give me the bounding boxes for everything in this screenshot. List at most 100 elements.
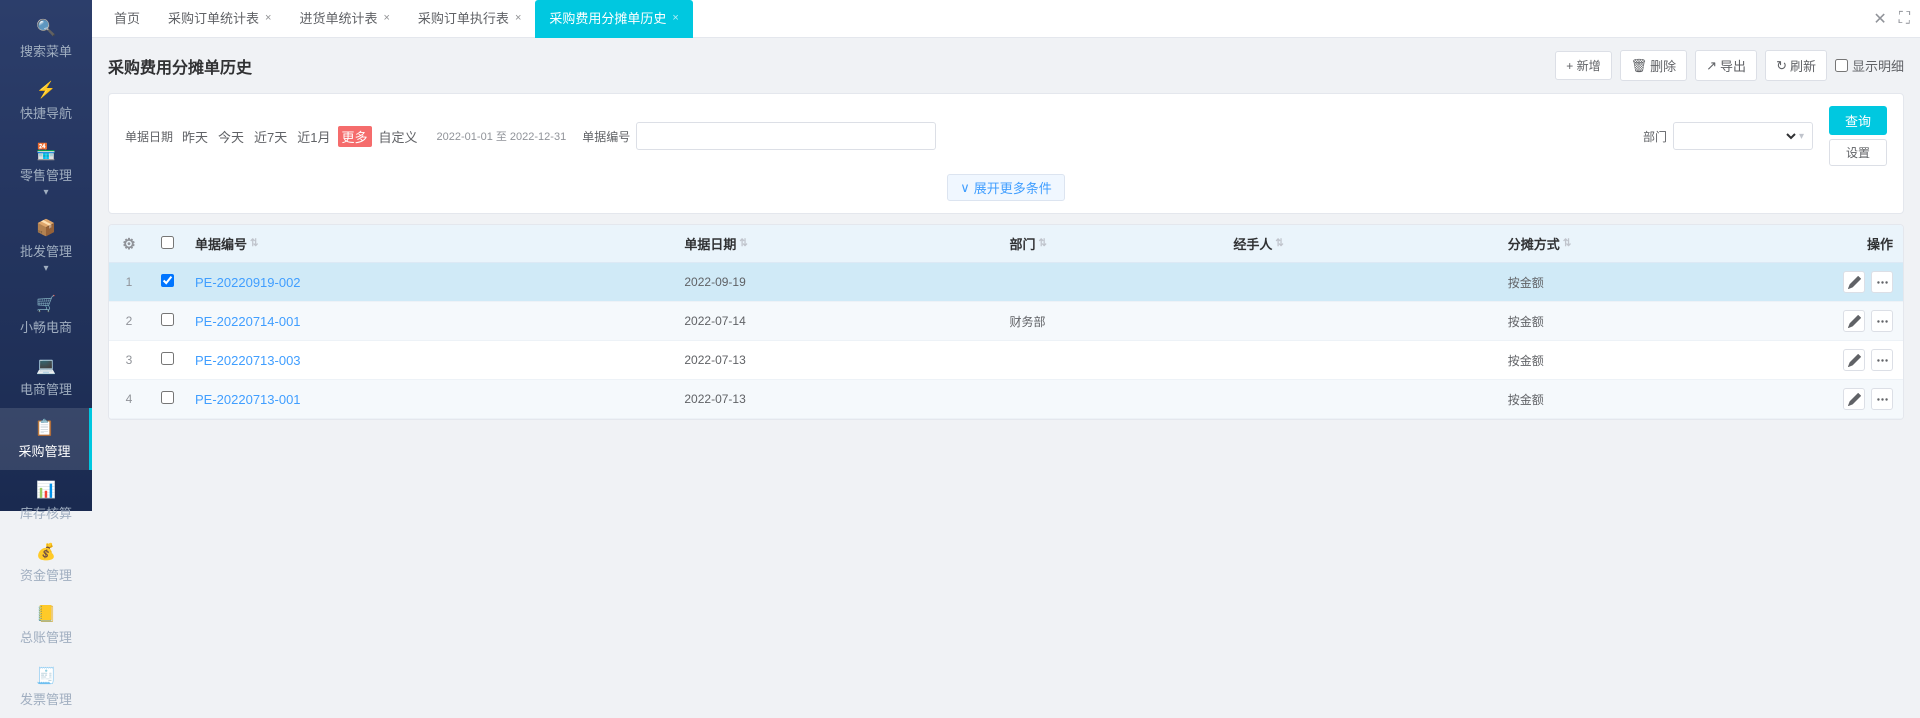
- shortcut-custom[interactable]: 自定义: [376, 126, 421, 147]
- sort-split-method[interactable]: 分摊方式 ⇅: [1508, 234, 1571, 253]
- row-checkbox[interactable]: [161, 274, 174, 287]
- row-edit-button[interactable]: [1843, 310, 1865, 332]
- tab-purchase-order-stats[interactable]: 采购订单统计表 ×: [154, 0, 285, 38]
- filter-right-group: 查询 设置: [1829, 106, 1887, 166]
- row-actions: [1823, 380, 1903, 419]
- doc-no-input[interactable]: [636, 122, 936, 150]
- th-handler: 经手人 ⇅: [1223, 225, 1497, 263]
- sidebar-item-ledger[interactable]: 📒 总账管理: [0, 594, 92, 656]
- expand-more-conditions-button[interactable]: ∨ 展开更多条件: [947, 174, 1065, 201]
- sort-doc-date[interactable]: 单据日期 ⇅: [684, 234, 747, 253]
- tab-purchase-order-stats-close[interactable]: ×: [265, 12, 271, 24]
- expand-btn-label: 展开更多条件: [974, 178, 1052, 197]
- filter-date: 单据日期 昨天 今天 近7天 近1月 更多 自定义: [125, 126, 421, 147]
- delete-button[interactable]: 🗑 删除: [1620, 50, 1688, 81]
- row-more-button[interactable]: [1871, 271, 1893, 293]
- dept-select-wrap[interactable]: 财务部 ▾: [1673, 122, 1813, 150]
- row-index: 4: [109, 380, 149, 419]
- export-button[interactable]: ↗ 导出: [1695, 50, 1757, 81]
- doc-no-link[interactable]: PE-20220713-003: [195, 353, 301, 368]
- tab-actions: ✕ ⛶: [1871, 7, 1912, 31]
- add-button[interactable]: + 新增: [1555, 51, 1611, 80]
- lightning-icon: ⚡: [36, 80, 56, 100]
- refresh-button[interactable]: ↻ 刷新: [1765, 50, 1827, 81]
- sidebar-item-inventory[interactable]: 📊 库存核算: [0, 470, 92, 532]
- settings-button[interactable]: 设置: [1829, 139, 1887, 166]
- row-edit-button[interactable]: [1843, 388, 1865, 410]
- row-more-button[interactable]: [1871, 388, 1893, 410]
- filter-row: 单据日期 昨天 今天 近7天 近1月 更多 自定义 2022-01-01 至 2…: [125, 106, 1887, 166]
- tab-purchase-order-exec[interactable]: 采购订单执行表 ×: [404, 0, 535, 38]
- row-more-button[interactable]: [1871, 349, 1893, 371]
- row-edit-button[interactable]: [1843, 271, 1865, 293]
- page-title: 采购费用分摊单历史: [108, 54, 252, 78]
- tab-purchase-order-exec-close[interactable]: ×: [515, 12, 521, 24]
- sort-doc-no[interactable]: 单据编号 ⇅: [195, 234, 258, 253]
- tab-home[interactable]: 首页: [100, 0, 154, 38]
- sidebar-item-retail[interactable]: 🏪 零售管理 ▾: [0, 132, 92, 208]
- th-doc-date-label: 单据日期: [684, 234, 736, 253]
- sidebar: 🔍 搜索菜单 ⚡ 快捷导航 🏪 零售管理 ▾ 📦 批发管理 ▾ 🛒 小畅电商 💻…: [0, 0, 92, 511]
- row-actions: [1823, 302, 1903, 341]
- table-row: 2 PE-20220714-001 2022-07-14 财务部 按金额: [109, 302, 1903, 341]
- shortcut-today[interactable]: 今天: [215, 126, 247, 147]
- row-checkbox[interactable]: [161, 391, 174, 404]
- doc-no-link[interactable]: PE-20220713-001: [195, 392, 301, 407]
- maximize-window-button[interactable]: ⛶: [1897, 8, 1912, 30]
- sort-dept[interactable]: 部门 ⇅: [1010, 234, 1047, 253]
- th-gear: ⚙: [109, 225, 149, 263]
- row-checkbox-cell: [149, 263, 185, 302]
- row-split-method: 按金额: [1498, 341, 1823, 380]
- doc-no-link[interactable]: PE-20220919-002: [195, 275, 301, 290]
- shortcut-yesterday[interactable]: 昨天: [179, 126, 211, 147]
- chevron-down-icon: ▾: [43, 263, 48, 274]
- tab-purchase-cost-history[interactable]: 采购费用分摊单历史 ×: [535, 0, 692, 38]
- row-handler: [1223, 263, 1497, 302]
- shortcut-1month[interactable]: 近1月: [294, 126, 333, 147]
- tab-purchase-cost-history-close[interactable]: ×: [672, 12, 678, 24]
- dept-select[interactable]: 财务部: [1682, 128, 1799, 144]
- shortcut-more[interactable]: 更多: [338, 126, 372, 147]
- filter-dept: 部门 财务部 ▾: [1643, 122, 1813, 150]
- package-icon: 📦: [36, 218, 56, 238]
- th-doc-date: 单据日期 ⇅: [674, 225, 999, 263]
- doc-no-label: 单据编号: [582, 128, 630, 145]
- sidebar-item-label: 批发管理: [20, 241, 72, 260]
- row-edit-button[interactable]: [1843, 349, 1865, 371]
- table-row: 1 PE-20220919-002 2022-09-19 按金额: [109, 263, 1903, 302]
- sidebar-item-search[interactable]: 🔍 搜索菜单: [0, 8, 92, 70]
- sidebar-item-invoice[interactable]: 🧾 发票管理: [0, 656, 92, 718]
- sidebar-item-purchase[interactable]: 📋 采购管理: [0, 408, 92, 470]
- row-more-button[interactable]: [1871, 310, 1893, 332]
- sidebar-item-quick-nav[interactable]: ⚡ 快捷导航: [0, 70, 92, 132]
- chevron-down-icon: ▾: [43, 187, 48, 198]
- select-all-checkbox[interactable]: [161, 236, 174, 249]
- tab-inbound-stats[interactable]: 进货单统计表 ×: [285, 0, 403, 38]
- show-detail-checkbox[interactable]: [1835, 59, 1848, 72]
- tab-inbound-stats-close[interactable]: ×: [383, 12, 389, 24]
- row-checkbox[interactable]: [161, 352, 174, 365]
- table-settings-icon[interactable]: ⚙: [122, 235, 135, 253]
- receipt-icon: 🧾: [36, 666, 56, 686]
- sidebar-item-label: 资金管理: [20, 565, 72, 584]
- sort-handler[interactable]: 经手人 ⇅: [1233, 234, 1283, 253]
- sidebar-item-wholesale[interactable]: 📦 批发管理 ▾: [0, 208, 92, 284]
- doc-no-link[interactable]: PE-20220714-001: [195, 314, 301, 329]
- row-checkbox[interactable]: [161, 313, 174, 326]
- sidebar-item-ecommerce[interactable]: 💻 电商管理: [0, 346, 92, 408]
- tab-bar: 首页 采购订单统计表 × 进货单统计表 × 采购订单执行表 × 采购费用分摊单历…: [92, 0, 1920, 38]
- row-actions: [1823, 263, 1903, 302]
- query-button[interactable]: 查询: [1829, 106, 1887, 135]
- sidebar-item-mini-shop[interactable]: 🛒 小畅电商: [0, 284, 92, 346]
- close-window-button[interactable]: ✕: [1871, 7, 1888, 31]
- sidebar-item-label: 总账管理: [20, 627, 72, 646]
- shortcut-7days[interactable]: 近7天: [251, 126, 290, 147]
- sidebar-item-label: 快捷导航: [20, 103, 72, 122]
- sidebar-item-label: 库存核算: [20, 503, 72, 522]
- row-split-method: 按金额: [1498, 380, 1823, 419]
- sidebar-item-finance[interactable]: 💰 资金管理: [0, 532, 92, 594]
- filter-area: 单据日期 昨天 今天 近7天 近1月 更多 自定义 2022-01-01 至 2…: [108, 93, 1904, 214]
- cart-icon: 🛒: [36, 294, 56, 314]
- row-dept: 财务部: [1000, 302, 1224, 341]
- sidebar-item-label: 搜索菜单: [20, 41, 72, 60]
